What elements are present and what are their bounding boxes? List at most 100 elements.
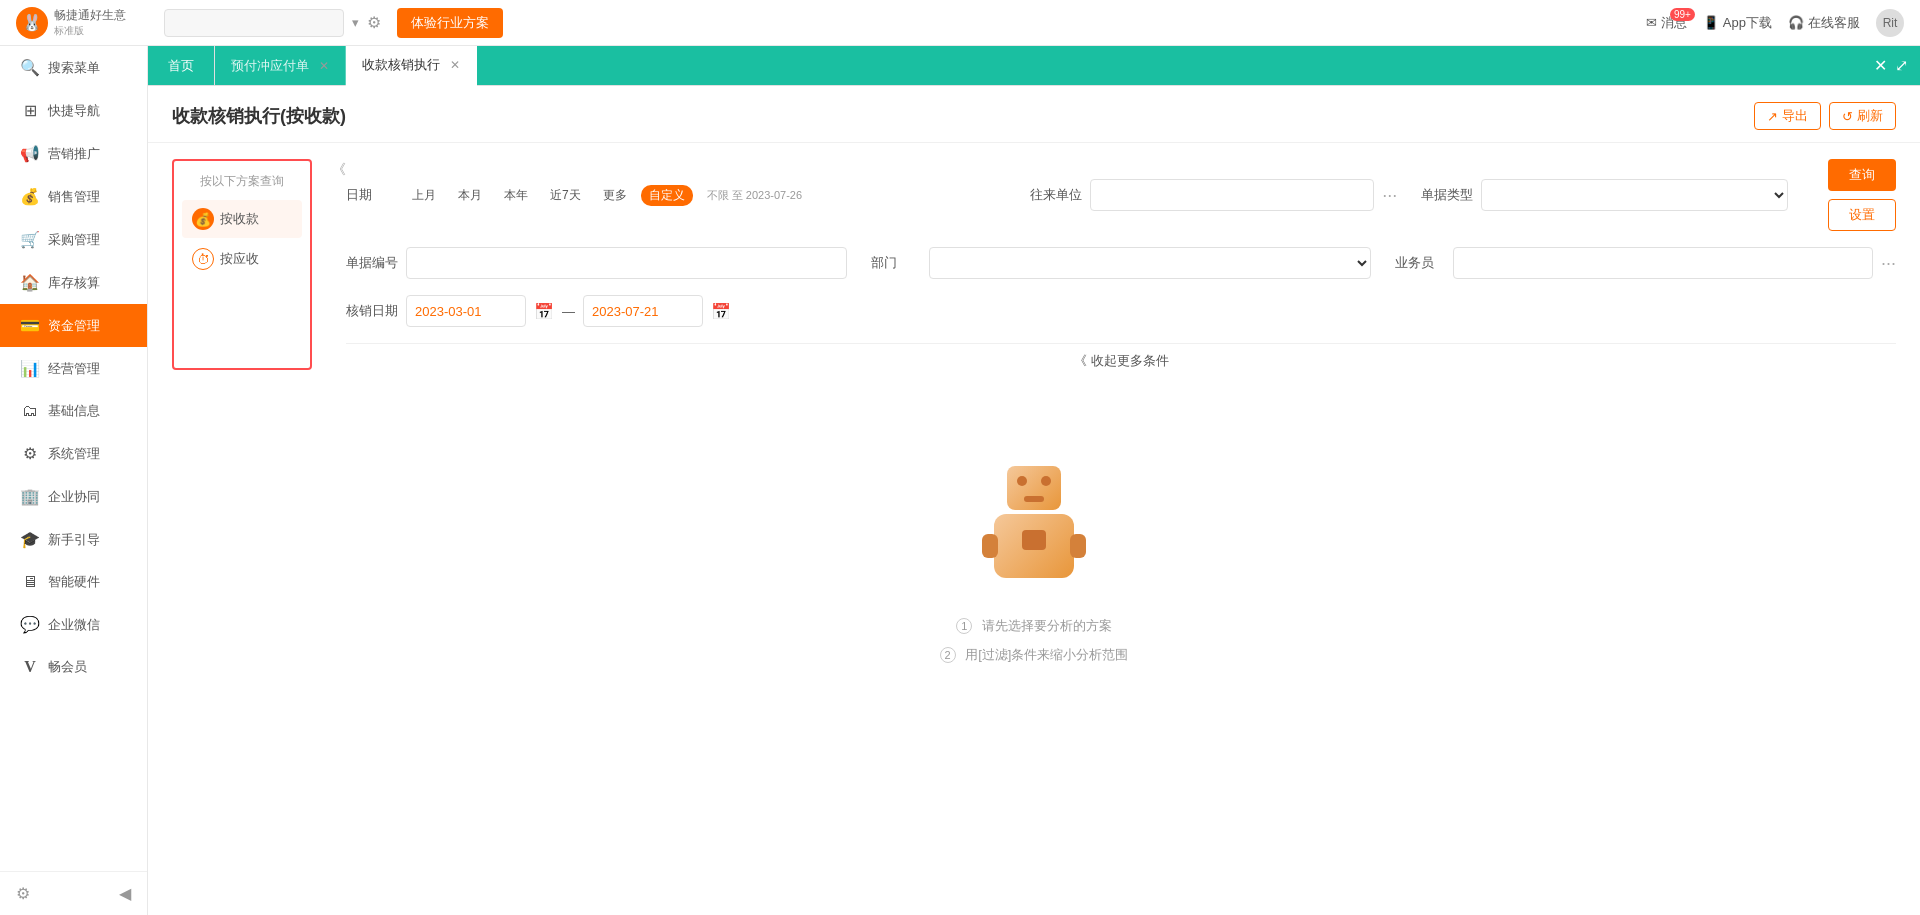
doc-no-input[interactable] [406, 247, 847, 279]
sidebar-label-sales: 销售管理 [48, 188, 100, 206]
date-option-this-month[interactable]: 本月 [450, 185, 490, 206]
sidebar-label-finance: 资金管理 [48, 317, 100, 335]
query-button[interactable]: 查询 [1828, 159, 1896, 191]
app-download-item[interactable]: 📱 App下载 [1703, 14, 1772, 32]
sidebar-item-inventory[interactable]: 🏠 库存核算 [0, 261, 147, 304]
hint-num-2: 2 [940, 647, 956, 663]
salesperson-input[interactable] [1453, 247, 1873, 279]
writeoff-date-label: 核销日期 [346, 302, 398, 320]
sidebar-bottom: ⚙ ◀ [0, 871, 147, 915]
refresh-button[interactable]: ↺ 刷新 [1829, 102, 1896, 130]
date-option-7days[interactable]: 近7天 [542, 185, 589, 206]
sidebar-item-hardware[interactable]: 🖥 智能硬件 [0, 561, 147, 603]
dept-select[interactable] [929, 247, 1372, 279]
refresh-label: 刷新 [1857, 107, 1883, 125]
collapse-more-btn[interactable]: 《 收起更多条件 [1074, 352, 1169, 370]
dept-field: 部门 [871, 247, 1372, 279]
receivable-icon: ⏱ [192, 248, 214, 270]
empty-state: 1 请先选择要分析的方案 2 用[过滤]条件来缩小分析范围 [148, 386, 1920, 729]
sidebar-item-system[interactable]: ⚙ 系统管理 [0, 432, 147, 475]
industry-solution-button[interactable]: 体验行业方案 [397, 8, 503, 38]
logo-icon: 🐰 [16, 7, 48, 39]
filter-sidebar-title: 按以下方案查询 [182, 173, 302, 190]
folder-icon: 🗂 [20, 402, 40, 420]
sidebar-item-sales[interactable]: 💰 销售管理 [0, 175, 147, 218]
dept-label: 部门 [871, 254, 921, 272]
sidebar-item-quicknav[interactable]: ⊞ 快捷导航 [0, 89, 147, 132]
sidebar-item-operations[interactable]: 📊 经营管理 [0, 347, 147, 390]
writeoff-start-date[interactable] [406, 295, 526, 327]
export-label: 导出 [1782, 107, 1808, 125]
message-icon-item[interactable]: ✉ 消息 99+ [1646, 14, 1687, 32]
partner-input[interactable] [1090, 179, 1374, 211]
header-right: ✉ 消息 99+ 📱 App下载 🎧 在线客服 Rit [1646, 9, 1904, 37]
robot-arm-left [982, 534, 998, 558]
app-badge: 标准版 [54, 24, 126, 38]
sidebar-label-quicknav: 快捷导航 [48, 102, 100, 120]
end-calendar-icon[interactable]: 📅 [711, 302, 731, 321]
user-initials: Rit [1883, 16, 1898, 30]
sidebar-item-guide[interactable]: 🎓 新手引导 [0, 518, 147, 561]
search-dropdown-icon[interactable]: ▾ [352, 15, 359, 30]
partner-dots[interactable]: ··· [1382, 185, 1397, 206]
export-button[interactable]: ↗ 导出 [1754, 102, 1821, 130]
tab-home[interactable]: 首页 [148, 46, 215, 86]
filter-form: 日期 上月 本月 本年 近7天 更多 自定义 不限 至 2023-07-26 往… [346, 159, 1896, 370]
search-icon: 🔍 [20, 58, 40, 77]
setting-button[interactable]: 设置 [1828, 199, 1896, 231]
hint-num-1: 1 [956, 618, 972, 634]
filter-option-receipt[interactable]: 💰 按收款 [182, 200, 302, 238]
tab-receipt-writeoff[interactable]: 收款核销执行 ✕ [346, 46, 477, 86]
sidebar-item-purchase[interactable]: 🛒 采购管理 [0, 218, 147, 261]
robot-screen [1022, 530, 1046, 550]
tab-bar-actions: ✕ ⤢ [1874, 56, 1920, 75]
sidebar-item-vip[interactable]: V 畅会员 [0, 646, 147, 688]
writeoff-date-field: 核销日期 📅 — 📅 [346, 295, 1896, 327]
hint-text-1: 请先选择要分析的方案 [982, 618, 1112, 633]
date-option-more[interactable]: 更多 [595, 185, 635, 206]
empty-hint-1: 1 请先选择要分析的方案 [956, 612, 1112, 641]
search-input[interactable] [164, 9, 344, 37]
headset-icon: 🎧 [1788, 15, 1804, 30]
online-service-item[interactable]: 🎧 在线客服 [1788, 14, 1860, 32]
date-option-custom[interactable]: 自定义 [641, 185, 693, 206]
sidebar-item-basics[interactable]: 🗂 基础信息 [0, 390, 147, 432]
user-avatar-area[interactable]: Rit [1876, 9, 1904, 37]
robot-body [994, 514, 1074, 578]
sidebar-label-wechat: 企业微信 [48, 616, 100, 634]
empty-hint-2: 2 用[过滤]条件来缩小分析范围 [940, 641, 1129, 670]
doc-type-select[interactable] [1481, 179, 1788, 211]
settings-bottom-icon[interactable]: ⚙ [16, 884, 30, 903]
collapse-sidebar-icon[interactable]: ◀ [119, 884, 131, 903]
app-name: 畅捷通好生意 [54, 7, 126, 24]
collapse-filter-icon[interactable]: 《 [332, 161, 346, 179]
filter-row-3: 核销日期 📅 — 📅 [346, 295, 1896, 327]
settings-gear-icon[interactable]: ⚙ [367, 13, 381, 32]
sidebar-item-finance[interactable]: 💳 资金管理 [0, 304, 147, 347]
sidebar-label-purchase: 采购管理 [48, 231, 100, 249]
filter-row-2: 单据编号 部门 业务员 ··· [346, 247, 1896, 279]
tab-prepay-close-icon[interactable]: ✕ [319, 59, 329, 73]
sidebar-item-marketing[interactable]: 📢 营销推广 [0, 132, 147, 175]
doc-no-field: 单据编号 [346, 247, 847, 279]
tab-close-all-icon[interactable]: ✕ [1874, 56, 1887, 75]
date-option-this-year[interactable]: 本年 [496, 185, 536, 206]
receipt-icon: 💰 [192, 208, 214, 230]
sidebar-item-corp[interactable]: 🏢 企业协同 [0, 475, 147, 518]
start-calendar-icon[interactable]: 📅 [534, 302, 554, 321]
sidebar-label-search: 搜索菜单 [48, 59, 100, 77]
tab-prepay-label: 预付冲应付单 [231, 57, 309, 75]
sidebar-item-search[interactable]: 🔍 搜索菜单 [0, 46, 147, 89]
filter-option-receivable-label: 按应收 [220, 250, 259, 268]
salesperson-dots[interactable]: ··· [1881, 253, 1896, 274]
sidebar-label-inventory: 库存核算 [48, 274, 100, 292]
date-option-last-month[interactable]: 上月 [404, 185, 444, 206]
tab-receipt-close-icon[interactable]: ✕ [450, 58, 460, 72]
message-icon: ✉ [1646, 15, 1657, 30]
app-download-label: App下载 [1723, 14, 1772, 32]
writeoff-end-date[interactable] [583, 295, 703, 327]
sidebar-item-wechat[interactable]: 💬 企业微信 [0, 603, 147, 646]
filter-option-receivable[interactable]: ⏱ 按应收 [182, 240, 302, 278]
tab-prepay[interactable]: 预付冲应付单 ✕ [215, 46, 346, 86]
tab-expand-icon[interactable]: ⤢ [1895, 56, 1908, 75]
